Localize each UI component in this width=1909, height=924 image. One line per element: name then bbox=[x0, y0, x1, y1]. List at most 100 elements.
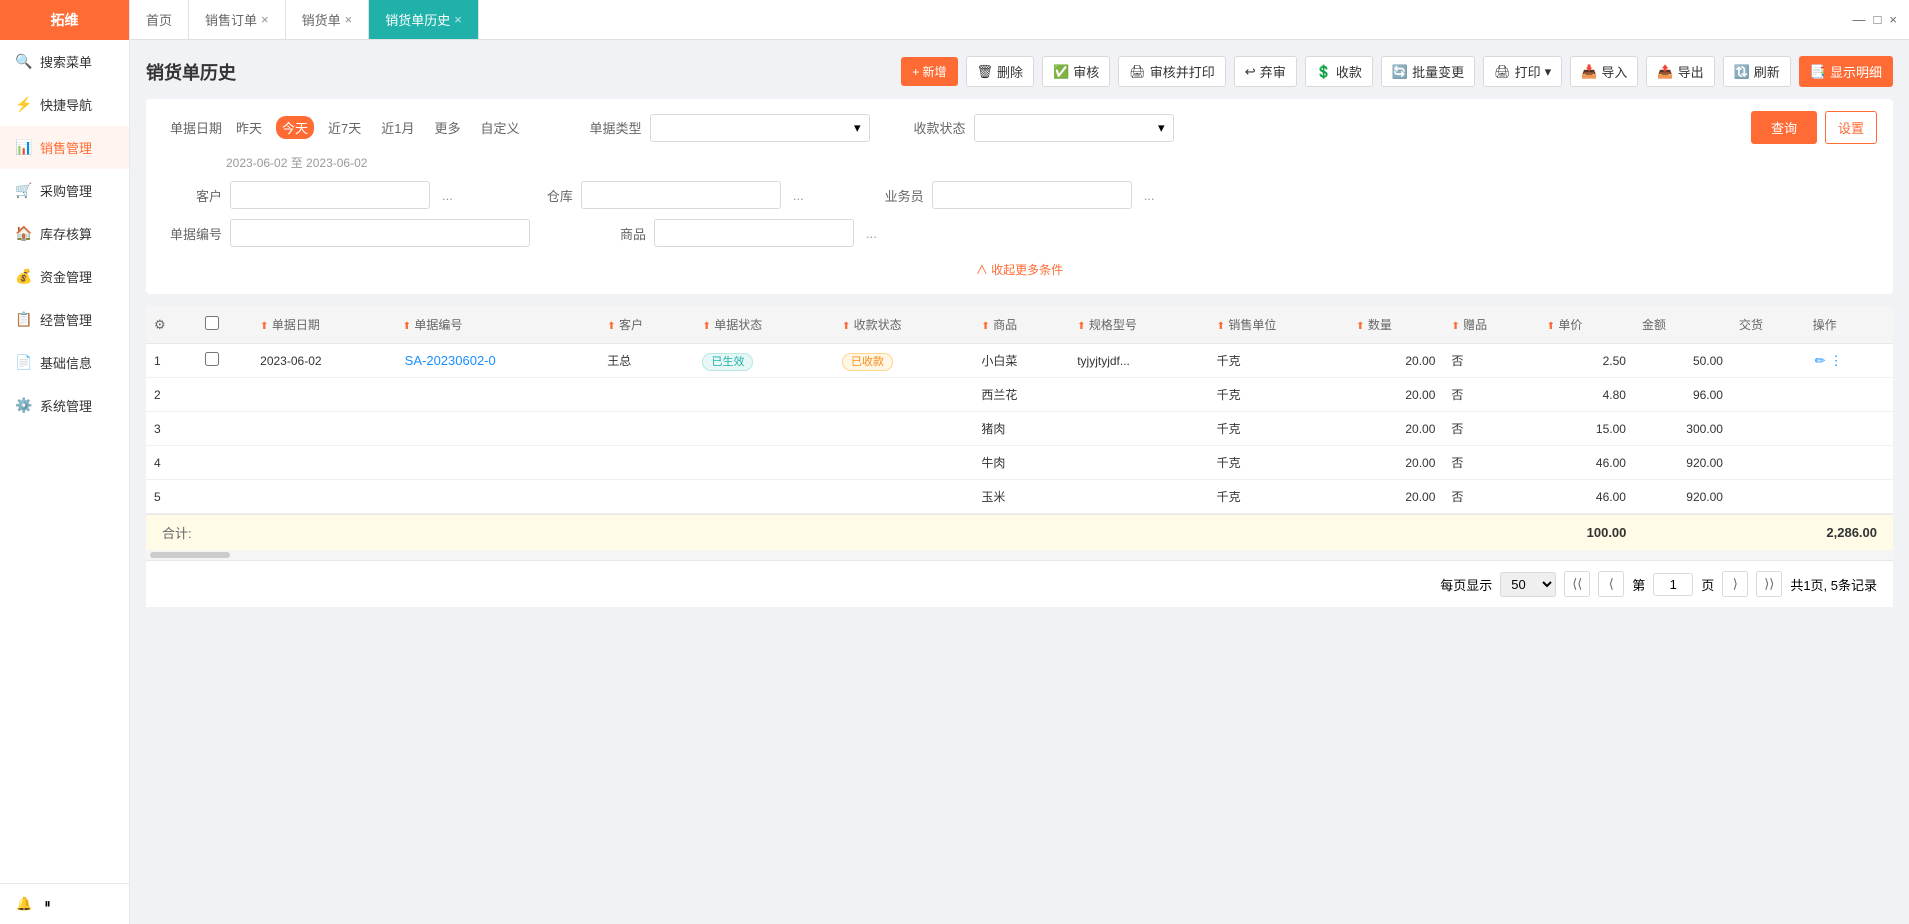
new-button[interactable]: + 新增 bbox=[901, 57, 957, 86]
sort-icon9: ⬆ bbox=[1356, 321, 1364, 332]
audit-print-button[interactable]: 🖨 审核并打印 bbox=[1118, 56, 1226, 87]
export-button[interactable]: 📤 导出 bbox=[1646, 56, 1714, 87]
tab-sales-order-close[interactable]: × bbox=[261, 12, 269, 27]
cart-icon: 🛒 bbox=[16, 183, 32, 199]
row-checkbox[interactable] bbox=[197, 412, 252, 446]
sidebar-item-quick-nav[interactable]: ⚡ 快捷导航 bbox=[0, 83, 129, 126]
date-more-btn[interactable]: 更多 bbox=[429, 116, 467, 139]
tab-sales-delivery-close[interactable]: × bbox=[345, 12, 353, 27]
setting-button[interactable]: 设置 bbox=[1825, 111, 1877, 144]
warehouse-input[interactable] bbox=[581, 181, 781, 209]
sidebar-item-finance[interactable]: 💰 资金管理 bbox=[0, 255, 129, 298]
first-page-button[interactable]: ⟨⟨ bbox=[1564, 571, 1590, 597]
collect-button[interactable]: 💲 收款 bbox=[1305, 56, 1373, 87]
show-detail-button[interactable]: 📑 显示明细 bbox=[1799, 56, 1893, 87]
col-product[interactable]: ⬆ 商品 bbox=[973, 306, 1069, 344]
query-button[interactable]: 查询 bbox=[1751, 111, 1817, 144]
row-checkbox[interactable] bbox=[197, 446, 252, 480]
tab-sales-delivery[interactable]: 销货单 × bbox=[286, 0, 370, 39]
sidebar-item-basic-info[interactable]: 📄 基础信息 bbox=[0, 341, 129, 384]
collapse-button[interactable]: ∧ 收起更多条件 bbox=[162, 257, 1877, 282]
page-suffix: 页 bbox=[1701, 575, 1714, 594]
date-yesterday-btn[interactable]: 昨天 bbox=[230, 116, 268, 139]
sidebar-item-purchase-mgmt[interactable]: 🛒 采购管理 bbox=[0, 169, 129, 212]
customer-label: 客户 bbox=[162, 186, 222, 205]
per-page-select[interactable]: 50 100 200 bbox=[1500, 572, 1556, 597]
col-price[interactable]: ⬆ 单价 bbox=[1539, 306, 1634, 344]
col-gear[interactable]: ⚙ bbox=[146, 306, 197, 344]
import-button[interactable]: 📥 导入 bbox=[1570, 56, 1638, 87]
col-customer[interactable]: ⬆ 客户 bbox=[599, 306, 694, 344]
pause-icon[interactable]: ⏸ bbox=[44, 896, 51, 912]
salesperson-input[interactable] bbox=[932, 181, 1132, 209]
prev-page-button[interactable]: ⟨ bbox=[1598, 571, 1624, 597]
product-ellipsis[interactable]: ... bbox=[862, 226, 881, 241]
tab-home[interactable]: 首页 bbox=[130, 0, 189, 39]
scroll-thumb[interactable] bbox=[150, 552, 230, 558]
abandon-button[interactable]: ↩ 弃审 bbox=[1234, 56, 1297, 87]
row-spec bbox=[1069, 480, 1208, 514]
row-checkbox[interactable] bbox=[197, 344, 252, 378]
filter-panel: 单据日期 昨天 今天 近7天 近1月 更多 自定义 单据类型 ▾ 收款状态 bbox=[146, 99, 1893, 294]
doc-type-select[interactable]: ▾ bbox=[650, 114, 870, 142]
col-qty[interactable]: ⬆ 数量 bbox=[1348, 306, 1443, 344]
date-custom-btn[interactable]: 自定义 bbox=[475, 116, 526, 139]
tab-sales-history-close[interactable]: × bbox=[454, 12, 462, 27]
tab-sales-history[interactable]: 销货单历史 × bbox=[369, 0, 479, 39]
tab-home-label: 首页 bbox=[146, 10, 172, 29]
doc-number-input[interactable] bbox=[230, 219, 530, 247]
select-all-checkbox[interactable] bbox=[205, 316, 219, 330]
minimize-icon[interactable]: — bbox=[1853, 12, 1866, 27]
last-page-button[interactable]: ⟩⟩ bbox=[1756, 571, 1782, 597]
more-action[interactable]: ⋮ bbox=[1830, 353, 1843, 368]
col-doc-date[interactable]: ⬆ 单据日期 bbox=[252, 306, 395, 344]
warehouse-ellipsis[interactable]: ... bbox=[789, 188, 808, 203]
col-doc-number[interactable]: ⬆ 单据编号 bbox=[395, 306, 600, 344]
row-checkbox[interactable] bbox=[197, 480, 252, 514]
edit-action[interactable]: ✏ bbox=[1815, 353, 1826, 368]
batch-change-button[interactable]: 🔄 批量变更 bbox=[1381, 56, 1475, 87]
sidebar-item-search-menu[interactable]: 🔍 搜索菜单 bbox=[0, 40, 129, 83]
window-close-icon[interactable]: × bbox=[1889, 12, 1897, 27]
notification-icon[interactable]: 🔔 bbox=[16, 896, 32, 912]
refresh-button[interactable]: 🔃 刷新 bbox=[1723, 56, 1791, 87]
sidebar-item-sales-mgmt[interactable]: 📊 销售管理 bbox=[0, 126, 129, 169]
next-page-button[interactable]: ⟩ bbox=[1722, 571, 1748, 597]
sidebar-item-sys-mgmt[interactable]: ⚙️ 系统管理 bbox=[0, 384, 129, 427]
row-spec bbox=[1069, 446, 1208, 480]
date-1month-btn[interactable]: 近1月 bbox=[375, 116, 420, 139]
sidebar-item-label: 采购管理 bbox=[40, 181, 92, 200]
customer-ellipsis[interactable]: ... bbox=[438, 188, 457, 203]
doc-number-link[interactable]: SA-20230602-0 bbox=[405, 353, 496, 368]
row-select-checkbox[interactable] bbox=[205, 352, 219, 366]
row-payment-status bbox=[834, 480, 973, 514]
col-doc-status[interactable]: ⬆ 单据状态 bbox=[694, 306, 833, 344]
row-doc-number bbox=[395, 446, 600, 480]
col-payment-status[interactable]: ⬆ 收款状态 bbox=[834, 306, 973, 344]
sidebar-item-operations[interactable]: 📋 经营管理 bbox=[0, 298, 129, 341]
row-checkbox[interactable] bbox=[197, 378, 252, 412]
customer-input[interactable] bbox=[230, 181, 430, 209]
audit-button[interactable]: ✅ 审核 bbox=[1042, 56, 1110, 87]
batch-icon: 🔄 bbox=[1392, 64, 1408, 80]
scroll-bar[interactable] bbox=[146, 550, 1893, 560]
maximize-icon[interactable]: □ bbox=[1874, 12, 1882, 27]
row-unit: 千克 bbox=[1209, 344, 1348, 378]
col-spec[interactable]: ⬆ 规格型号 bbox=[1069, 306, 1208, 344]
date-7days-btn[interactable]: 近7天 bbox=[322, 116, 367, 139]
row-doc-status bbox=[694, 378, 833, 412]
product-input[interactable] bbox=[654, 219, 854, 247]
sidebar-item-inventory[interactable]: 🏠 库存核算 bbox=[0, 212, 129, 255]
tab-sales-order[interactable]: 销售订单 × bbox=[189, 0, 286, 39]
delete-button[interactable]: 🗑 删除 bbox=[966, 56, 1035, 87]
data-table: ⚙ ⬆ 单据日期 ⬆ 单据编号 ⬆ 客户 ⬆ 单据状态 ⬆ 收款状态 ⬆ 商品 … bbox=[146, 306, 1893, 514]
date-today-btn[interactable]: 今天 bbox=[276, 116, 314, 139]
page-number-input[interactable] bbox=[1653, 573, 1693, 596]
payment-status-select[interactable]: ▾ bbox=[974, 114, 1174, 142]
row-doc-number: SA-20230602-0 bbox=[395, 344, 600, 378]
salesperson-ellipsis[interactable]: ... bbox=[1140, 188, 1159, 203]
col-unit[interactable]: ⬆ 销售单位 bbox=[1209, 306, 1348, 344]
col-gift[interactable]: ⬆ 赠品 bbox=[1443, 306, 1538, 344]
row-customer bbox=[599, 378, 694, 412]
print-button[interactable]: 🖨 打印 ▾ bbox=[1483, 56, 1562, 87]
